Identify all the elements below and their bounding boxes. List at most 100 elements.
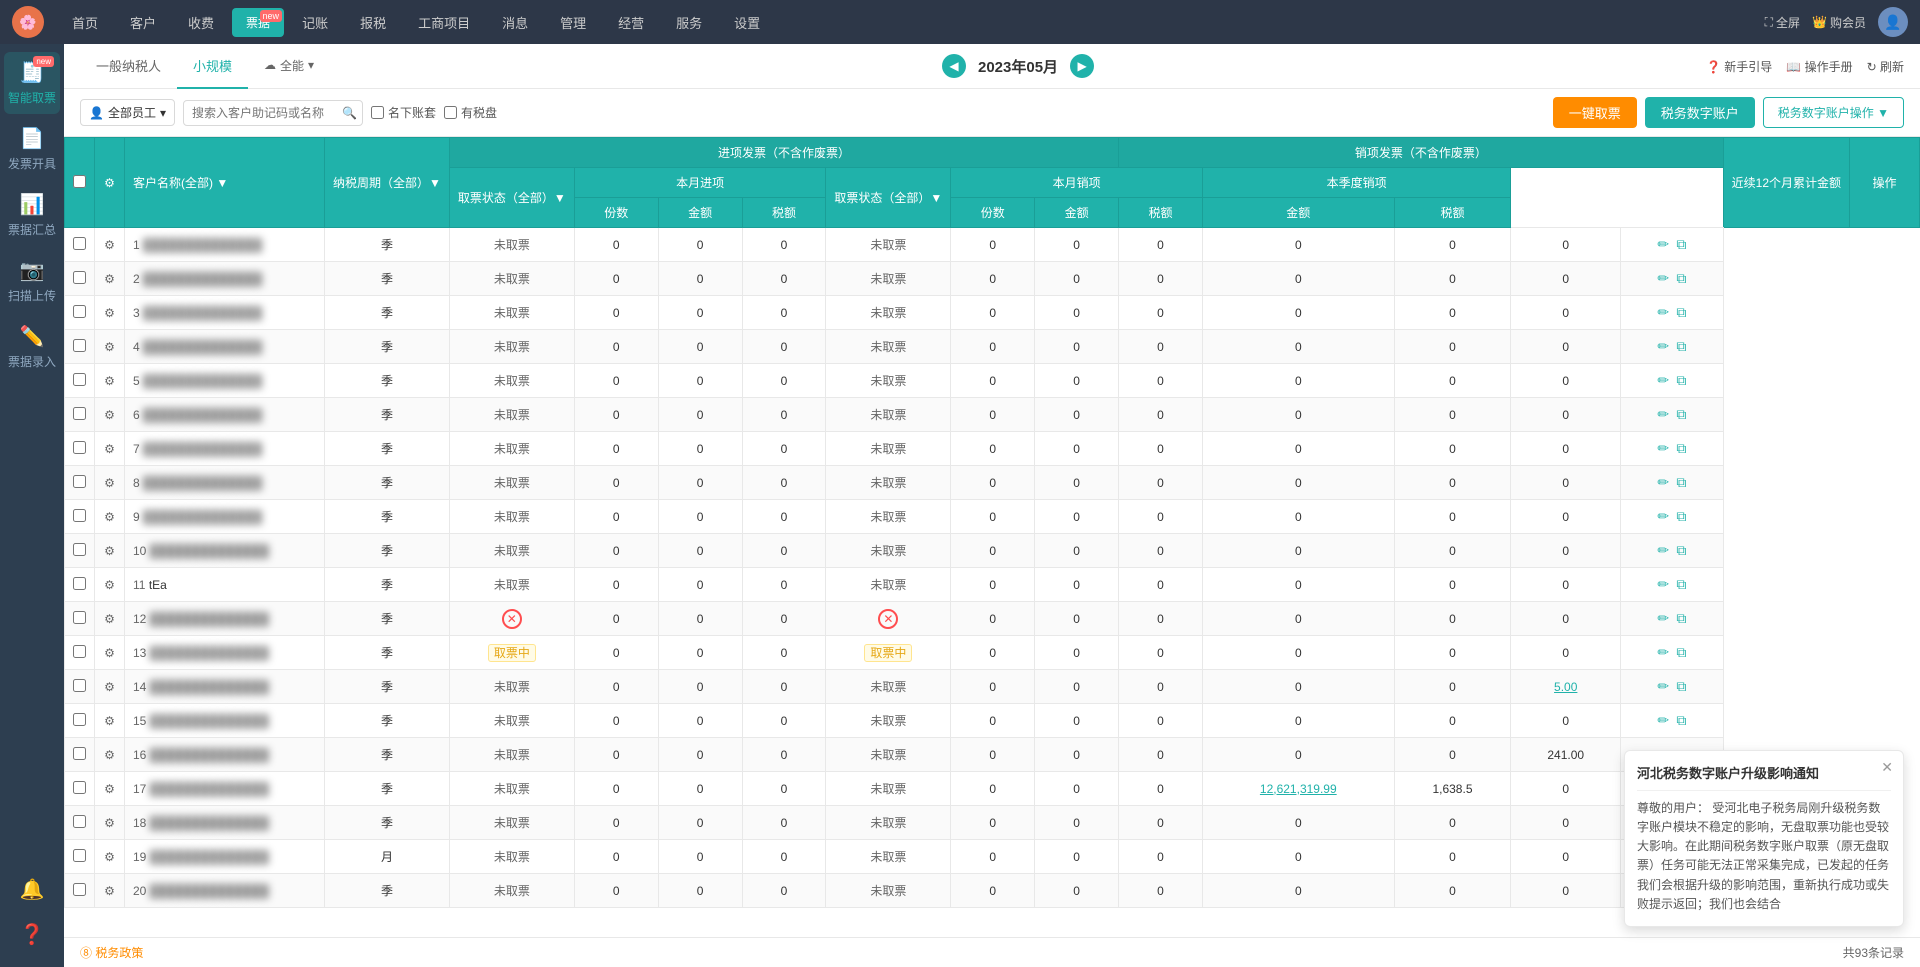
new-guide-button[interactable]: ❓ 新手引导 xyxy=(1706,58,1772,75)
manual-button[interactable]: 📖 操作手册 xyxy=(1786,58,1852,75)
xiao-status-cell[interactable]: 未取票 xyxy=(826,398,951,432)
jin-status-cell[interactable]: ✕ xyxy=(449,602,574,636)
edit-button[interactable]: ✏ xyxy=(1655,506,1671,527)
employee-filter-select[interactable]: 👤 全部员工 ▾ xyxy=(80,99,175,126)
cum-amount-link[interactable]: 5.00 xyxy=(1554,680,1577,694)
xiao-status-cell[interactable]: 未取票 xyxy=(826,364,951,398)
nav-settings[interactable]: 设置 xyxy=(720,7,774,38)
row-checkbox-cell[interactable] xyxy=(65,262,95,296)
row-checkbox[interactable] xyxy=(73,543,86,556)
row-checkbox[interactable] xyxy=(73,679,86,692)
edit-button[interactable]: ✏ xyxy=(1655,234,1671,255)
xiao-status-cell[interactable]: 未取票 xyxy=(826,534,951,568)
edit-button[interactable]: ✏ xyxy=(1655,438,1671,459)
jin-status-cell[interactable]: 未取票 xyxy=(449,330,574,364)
row-settings-icon[interactable]: ⚙ xyxy=(104,442,115,456)
filter-under-account-label[interactable]: 名下账套 xyxy=(371,104,436,121)
digital-account-button[interactable]: 税务数字账户 xyxy=(1645,97,1755,128)
row-checkbox[interactable] xyxy=(73,339,86,352)
row-checkbox-cell[interactable] xyxy=(65,466,95,500)
row-checkbox[interactable] xyxy=(73,645,86,658)
copy-button[interactable]: ⧉ xyxy=(1674,540,1688,561)
row-checkbox-cell[interactable] xyxy=(65,772,95,806)
row-checkbox[interactable] xyxy=(73,713,86,726)
nav-billing[interactable]: 收费 xyxy=(174,7,228,38)
jin-status-cell[interactable]: 未取票 xyxy=(449,262,574,296)
sidebar-item-notification[interactable]: 🔔 xyxy=(4,869,60,910)
customer-name-col[interactable]: 客户名称(全部) ▼ xyxy=(125,138,325,228)
row-settings-icon[interactable]: ⚙ xyxy=(104,816,115,830)
xiao-status-cell[interactable]: 取票中 xyxy=(826,636,951,670)
nav-accounting[interactable]: 记账 xyxy=(288,7,342,38)
row-checkbox-cell[interactable] xyxy=(65,432,95,466)
row-checkbox[interactable] xyxy=(73,475,86,488)
nav-customer[interactable]: 客户 xyxy=(116,7,170,38)
xiao-status-cell[interactable]: 未取票 xyxy=(826,330,951,364)
jin-status-cell[interactable]: 未取票 xyxy=(449,704,574,738)
row-checkbox[interactable] xyxy=(73,883,86,896)
row-checkbox[interactable] xyxy=(73,237,86,250)
fetch-all-button[interactable]: 一键取票 xyxy=(1553,97,1637,128)
xiao-status-cell[interactable]: 未取票 xyxy=(826,262,951,296)
edit-button[interactable]: ✏ xyxy=(1655,608,1671,629)
period-prev-button[interactable]: ◀ xyxy=(942,54,966,78)
row-settings-icon[interactable]: ⚙ xyxy=(104,510,115,524)
fullscreen-button[interactable]: ⛶ 全屏 xyxy=(1765,14,1800,31)
edit-button[interactable]: ✏ xyxy=(1655,302,1671,323)
row-settings-icon[interactable]: ⚙ xyxy=(104,578,115,592)
sidebar-item-invoice-entry[interactable]: ✏️ 票据录入 xyxy=(4,316,60,378)
copy-button[interactable]: ⧉ xyxy=(1674,574,1688,595)
row-checkbox[interactable] xyxy=(73,441,86,454)
edit-button[interactable]: ✏ xyxy=(1655,472,1671,493)
jin-status-col[interactable]: 取票状态（全部）▼ xyxy=(449,168,574,228)
row-checkbox-cell[interactable] xyxy=(65,840,95,874)
copy-button[interactable]: ⧉ xyxy=(1674,642,1688,663)
row-settings-icon[interactable]: ⚙ xyxy=(104,340,115,354)
jin-status-cell[interactable]: 未取票 xyxy=(449,398,574,432)
row-checkbox[interactable] xyxy=(73,407,86,420)
xiao-status-cell[interactable]: 未取票 xyxy=(826,228,951,262)
jin-status-cell[interactable]: 未取票 xyxy=(449,432,574,466)
edit-button[interactable]: ✏ xyxy=(1655,676,1671,697)
quarter-amount-link[interactable]: 12,621,319.99 xyxy=(1260,782,1337,796)
jin-status-cell[interactable]: 未取票 xyxy=(449,772,574,806)
jin-status-cell[interactable]: 未取票 xyxy=(449,296,574,330)
xiao-status-col[interactable]: 取票状态（全部）▼ xyxy=(826,168,951,228)
xiao-status-cell[interactable]: 未取票 xyxy=(826,670,951,704)
jin-status-cell[interactable]: 未取票 xyxy=(449,738,574,772)
row-settings-icon[interactable]: ⚙ xyxy=(104,850,115,864)
xiao-status-cell[interactable]: 未取票 xyxy=(826,738,951,772)
copy-button[interactable]: ⧉ xyxy=(1674,268,1688,289)
copy-button[interactable]: ⧉ xyxy=(1674,472,1688,493)
nav-manage[interactable]: 管理 xyxy=(546,7,600,38)
nav-invoice[interactable]: 票据 new xyxy=(232,8,284,37)
xiao-status-cell[interactable]: 未取票 xyxy=(826,296,951,330)
select-all-col[interactable] xyxy=(65,138,95,228)
row-checkbox[interactable] xyxy=(73,577,86,590)
row-checkbox-cell[interactable] xyxy=(65,568,95,602)
copy-button[interactable]: ⧉ xyxy=(1674,336,1688,357)
period-next-button[interactable]: ▶ xyxy=(1070,54,1094,78)
jin-status-cell[interactable]: 取票中 xyxy=(449,636,574,670)
xiao-status-cell[interactable]: 未取票 xyxy=(826,466,951,500)
xiao-status-cell[interactable]: 未取票 xyxy=(826,500,951,534)
row-settings-icon[interactable]: ⚙ xyxy=(104,408,115,422)
row-checkbox-cell[interactable] xyxy=(65,806,95,840)
jin-status-cell[interactable]: 未取票 xyxy=(449,500,574,534)
jin-status-cell[interactable]: 未取票 xyxy=(449,534,574,568)
copy-button[interactable]: ⧉ xyxy=(1674,438,1688,459)
row-checkbox[interactable] xyxy=(73,509,86,522)
search-input[interactable] xyxy=(183,100,363,126)
row-settings-icon[interactable]: ⚙ xyxy=(104,272,115,286)
row-checkbox[interactable] xyxy=(73,271,86,284)
edit-button[interactable]: ✏ xyxy=(1655,370,1671,391)
nav-operation[interactable]: 经营 xyxy=(604,7,658,38)
xiao-status-cell[interactable]: 未取票 xyxy=(826,704,951,738)
edit-button[interactable]: ✏ xyxy=(1655,336,1671,357)
jin-status-cell[interactable]: 未取票 xyxy=(449,466,574,500)
row-checkbox-cell[interactable] xyxy=(65,500,95,534)
jin-status-cell[interactable]: 未取票 xyxy=(449,364,574,398)
row-settings-icon[interactable]: ⚙ xyxy=(104,238,115,252)
row-checkbox[interactable] xyxy=(73,849,86,862)
row-checkbox[interactable] xyxy=(73,611,86,624)
